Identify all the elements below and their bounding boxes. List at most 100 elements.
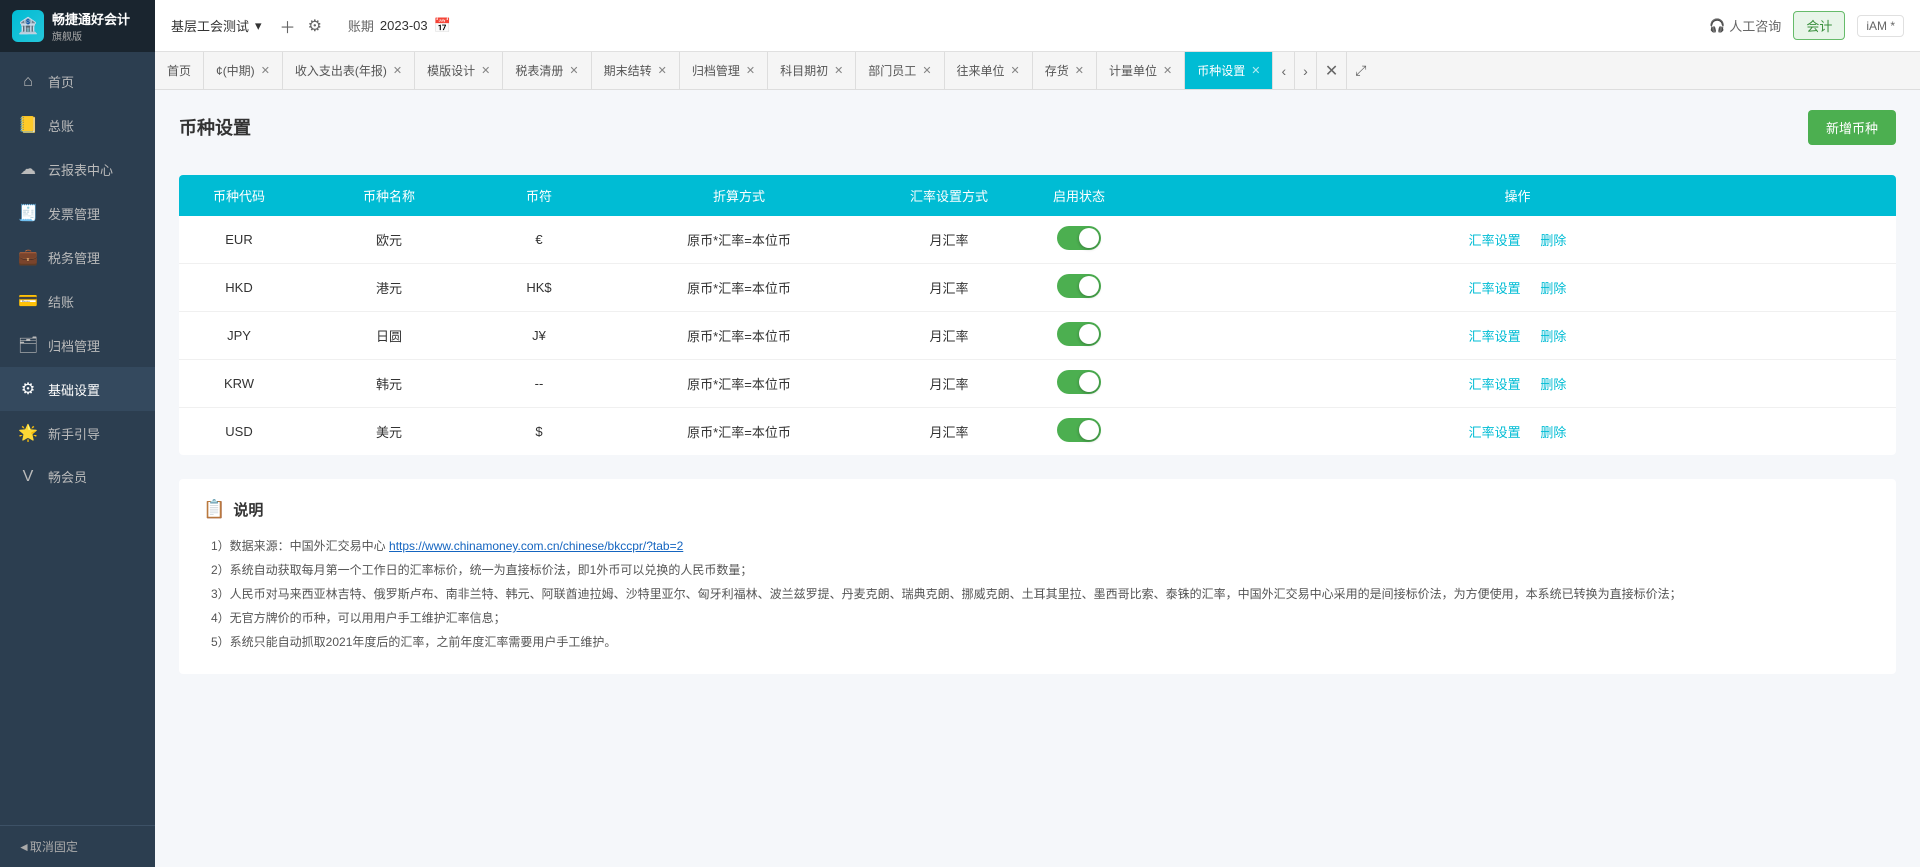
tab-subject-label: 科目期初 — [780, 62, 828, 79]
tab-inventory-label: 存货 — [1045, 62, 1069, 79]
delete-link-0[interactable]: 删除 — [1540, 233, 1566, 248]
sidebar-label-archive: 归档管理 — [48, 336, 100, 355]
note-item-4: 5）系统只能自动抓取2021年度后的汇率，之前年度汇率需要用户手工维护。 — [211, 630, 1872, 654]
notes-section: 📋 说明 1）数据来源：中国外汇交易中心 https://www.chinamo… — [179, 479, 1896, 674]
ledger-icon: 📒 — [18, 115, 38, 135]
th-action: 操作 — [1139, 175, 1896, 216]
sidebar-item-guide[interactable]: 🌟 新手引导 — [0, 411, 155, 455]
add-project-btn[interactable]: ＋ — [278, 12, 298, 40]
toggle-4[interactable] — [1057, 418, 1101, 442]
tab-subject[interactable]: 科目期初 ✕ — [768, 52, 856, 90]
logo-sub: 旗舰版 — [52, 28, 130, 43]
toggle-2[interactable] — [1057, 322, 1101, 346]
tab-income[interactable]: 收入支出表(年报) ✕ — [283, 52, 415, 90]
toggle-track-0 — [1057, 226, 1101, 250]
tab-prev-btn[interactable]: ‹ — [1273, 52, 1295, 90]
period-value: 2023-03 — [380, 18, 428, 33]
cell-status-2[interactable] — [1019, 312, 1139, 360]
sidebar-item-reports[interactable]: ☁ 云报表中心 — [0, 147, 155, 191]
tab-template-close[interactable]: ✕ — [481, 64, 490, 77]
cell-status-4[interactable] — [1019, 408, 1139, 456]
delete-link-3[interactable]: 删除 — [1540, 377, 1566, 392]
tab-dept[interactable]: 部门员工 ✕ — [856, 52, 944, 90]
cell-symbol-0: € — [479, 216, 599, 264]
tab-expand-btn[interactable]: ⤢ — [1347, 52, 1374, 90]
tab-currency[interactable]: 币种设置 ✕ — [1185, 52, 1273, 90]
calendar-icon[interactable]: 📅 — [434, 17, 451, 34]
sidebar-item-checkout[interactable]: 💳 结账 — [0, 279, 155, 323]
rate-setting-link-2[interactable]: 汇率设置 — [1469, 329, 1521, 344]
th-status: 启用状态 — [1019, 175, 1139, 216]
cell-symbol-1: HK$ — [479, 264, 599, 312]
rate-setting-link-1[interactable]: 汇率设置 — [1469, 281, 1521, 296]
sidebar-item-tax[interactable]: 💼 税务管理 — [0, 235, 155, 279]
table-row: EUR 欧元 € 原币*汇率=本位币 月汇率 汇率设置 删除 — [179, 216, 1896, 264]
account-type-btn[interactable]: 会计 — [1793, 11, 1845, 40]
tab-home[interactable]: 首页 — [155, 52, 204, 90]
sidebar-pin-toggle[interactable]: ◄取消固定 — [0, 825, 155, 867]
tab-taxclear[interactable]: 税表清册 ✕ — [503, 52, 591, 90]
sidebar-item-member[interactable]: V 畅会员 — [0, 455, 155, 498]
tab-partner-close[interactable]: ✕ — [1011, 64, 1020, 77]
note-item-0: 1）数据来源：中国外汇交易中心 https://www.chinamoney.c… — [211, 534, 1872, 558]
settings-btn[interactable]: ⚙ — [306, 14, 324, 38]
sidebar-item-archive[interactable]: 🗂 归档管理 — [0, 323, 155, 367]
tab-balance-close[interactable]: ✕ — [261, 64, 270, 77]
delete-link-4[interactable]: 删除 — [1540, 425, 1566, 440]
tab-partner[interactable]: 往来单位 ✕ — [945, 52, 1033, 90]
support-btn[interactable]: 🎧 人工咨询 — [1709, 16, 1781, 35]
tab-unit-close[interactable]: ✕ — [1163, 64, 1172, 77]
notes-link[interactable]: https://www.chinamoney.com.cn/chinese/bk… — [389, 539, 683, 553]
tab-unit[interactable]: 计量单位 ✕ — [1097, 52, 1185, 90]
tab-template[interactable]: 模版设计 ✕ — [415, 52, 503, 90]
tab-next-btn[interactable]: › — [1295, 52, 1317, 90]
sidebar-label-tax: 税务管理 — [48, 248, 100, 267]
toggle-3[interactable] — [1057, 370, 1101, 394]
period-selector[interactable]: 账期 2023-03 📅 — [348, 16, 451, 35]
rate-setting-link-3[interactable]: 汇率设置 — [1469, 377, 1521, 392]
sidebar: 🏦 畅捷通好会计 旗舰版 ⌂ 首页 📒 总账 ☁ 云报表中心 🧾 发票管理 💼 … — [0, 0, 155, 867]
delete-link-1[interactable]: 删除 — [1540, 281, 1566, 296]
toggle-thumb-4 — [1079, 420, 1099, 440]
checkout-icon: 💳 — [18, 291, 38, 311]
toggle-thumb-1 — [1079, 276, 1099, 296]
tab-inventory-close[interactable]: ✕ — [1075, 64, 1084, 77]
sidebar-item-ledger[interactable]: 📒 总账 — [0, 103, 155, 147]
toggle-0[interactable] — [1057, 226, 1101, 250]
tab-close-all-btn[interactable]: ✕ — [1317, 52, 1347, 90]
tab-periodend[interactable]: 期末结转 ✕ — [592, 52, 680, 90]
toggle-1[interactable] — [1057, 274, 1101, 298]
tab-balance[interactable]: ¢(中期) ✕ — [204, 52, 283, 90]
tab-currency-close[interactable]: ✕ — [1251, 64, 1260, 77]
tab-subject-close[interactable]: ✕ — [834, 64, 843, 77]
support-label: 人工咨询 — [1729, 16, 1781, 35]
project-dropdown-icon[interactable]: ▾ — [255, 18, 262, 34]
user-badge[interactable]: iAM * — [1857, 15, 1904, 37]
delete-link-2[interactable]: 删除 — [1540, 329, 1566, 344]
tab-periodend-close[interactable]: ✕ — [658, 64, 667, 77]
sidebar-label-checkout: 结账 — [48, 292, 74, 311]
sidebar-item-invoice[interactable]: 🧾 发票管理 — [0, 191, 155, 235]
tab-dept-close[interactable]: ✕ — [922, 64, 931, 77]
sidebar-item-home[interactable]: ⌂ 首页 — [0, 60, 155, 103]
th-name: 币种名称 — [299, 175, 479, 216]
rate-setting-link-4[interactable]: 汇率设置 — [1469, 425, 1521, 440]
tab-archivemgr[interactable]: 归档管理 ✕ — [680, 52, 768, 90]
new-currency-btn[interactable]: 新增币种 — [1808, 110, 1896, 145]
tab-taxclear-close[interactable]: ✕ — [569, 64, 578, 77]
cell-action-4: 汇率设置 删除 — [1139, 408, 1896, 456]
rate-setting-link-0[interactable]: 汇率设置 — [1469, 233, 1521, 248]
toggle-thumb-2 — [1079, 324, 1099, 344]
toggle-track-1 — [1057, 274, 1101, 298]
logo-icon: 🏦 — [12, 10, 44, 42]
project-selector[interactable]: 基层工会测试 ▾ — [171, 16, 262, 35]
tab-income-close[interactable]: ✕ — [393, 64, 402, 77]
cell-status-0[interactable] — [1019, 216, 1139, 264]
cell-status-1[interactable] — [1019, 264, 1139, 312]
cell-method-2: 原币*汇率=本位币 — [599, 312, 879, 360]
cell-symbol-3: -- — [479, 360, 599, 408]
sidebar-item-settings[interactable]: ⚙ 基础设置 — [0, 367, 155, 411]
tab-inventory[interactable]: 存货 ✕ — [1033, 52, 1097, 90]
tab-archivemgr-close[interactable]: ✕ — [746, 64, 755, 77]
cell-status-3[interactable] — [1019, 360, 1139, 408]
